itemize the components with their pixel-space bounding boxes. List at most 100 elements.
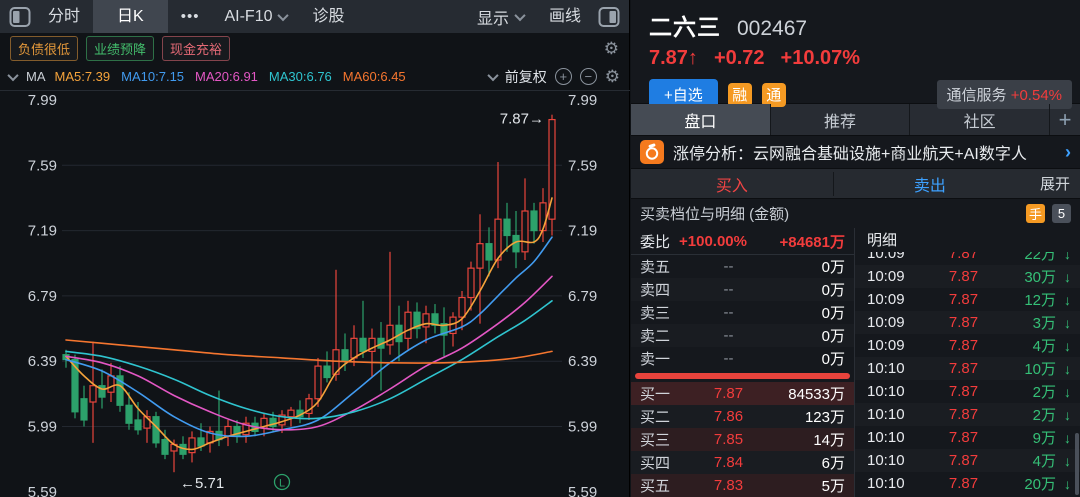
zoom-in-icon[interactable]: + [554, 68, 572, 85]
bid-row[interactable]: 买三 7.85 14万 [631, 428, 854, 451]
y-axis-label-left: 5.99 [28, 419, 57, 436]
draw-line-button[interactable]: 画线 [536, 0, 594, 33]
limit-analysis-text: 云网融合基础设施+商业航天+AI数字人 [753, 146, 1027, 163]
ai-f10-button[interactable]: AI-F10 [212, 0, 299, 33]
tape-time: 10:10 [867, 429, 905, 446]
bid-row[interactable]: 买四 7.84 6万 [631, 451, 854, 474]
limit-up-analysis-icon [640, 140, 664, 164]
ask-row[interactable]: 卖五 -- 0万 [631, 255, 854, 278]
down-arrow-icon: ↓ [1064, 268, 1071, 285]
bid-levels: 买一 7.87 84533万 买二 7.86 123万 买三 7.85 14万 买四 7.84 6万买… [631, 382, 854, 497]
panel-tab-active[interactable]: 盘口 [631, 104, 771, 135]
chart-toolbar: 分时 日K ••• AI-F10 诊股 显示 画线 [0, 0, 629, 33]
ask-row[interactable]: 卖一 -- 0万 [631, 347, 854, 370]
sell-button[interactable]: 卖出 [832, 171, 1026, 196]
diagnose-button[interactable]: 诊股 [299, 0, 357, 33]
stock-tag-chip[interactable]: 业绩预降 [86, 35, 155, 61]
tape-header: 明细 [855, 228, 1080, 252]
limit-up-analysis-row[interactable]: 涨停分析：云网融合基础设施+商业航天+AI数字人 › [631, 136, 1080, 169]
tab-daily-k[interactable]: 日K [93, 0, 168, 33]
tape-time: 10:09 [867, 291, 905, 308]
buy-button[interactable]: 买入 [631, 172, 833, 196]
y-axis-label-left: 7.59 [28, 157, 57, 174]
tape-row: 10:09 7.87 30万 ↓ [855, 265, 1080, 288]
tape-volume: 4万 [1032, 453, 1056, 470]
arrow-right-icon: › [1065, 141, 1071, 162]
tape-time: 10:09 [867, 337, 905, 354]
tape-scrollbar[interactable] [1075, 433, 1079, 495]
level-label: 卖二 [640, 328, 671, 346]
ask-row[interactable]: 卖二 -- 0万 [631, 324, 854, 347]
level-label: 卖四 [640, 282, 671, 300]
zoom-out-icon[interactable]: − [579, 68, 597, 85]
y-axis-label-left: 7.19 [28, 223, 57, 240]
level-label: 买一 [640, 386, 671, 403]
tape-volume: 2万 [1032, 384, 1056, 401]
tape-list: 10:09 7.87 22万 ↓ 10:09 7.87 30万 ↓ 10:09 7.87 12万 ↓ 1… [855, 242, 1080, 495]
down-arrow-icon: ↓ [1064, 360, 1071, 377]
tape-volume: 2万 [1032, 407, 1056, 424]
level-label: 卖一 [640, 351, 671, 369]
gear-icon[interactable]: ⚙ [605, 68, 620, 85]
hand-unit-badge[interactable]: 手 [1026, 204, 1045, 223]
gear-icon[interactable]: ⚙ [604, 40, 619, 57]
level-label: 卖三 [640, 305, 671, 323]
buy-strength-bar [635, 373, 850, 380]
candlestick-chart[interactable]: 7.99 7.99 7.59 7.59 7.19 7.19 6.79 6.79 6.39 6.39… [0, 90, 630, 497]
ma-value-label: MA30:6.76 [268, 69, 332, 84]
ask-levels: 卖五 -- 0万 卖四 -- 0万 卖三 -- 0万 卖二 -- 0万 卖一 -- 0万 [631, 255, 854, 370]
ask-row[interactable]: 卖四 -- 0万 [631, 278, 854, 301]
chevron-down-icon[interactable] [487, 69, 499, 81]
down-arrow-icon: ↓ [1064, 475, 1071, 492]
margin-badge[interactable]: 融 [727, 82, 752, 107]
expand-right-panel-icon[interactable] [594, 6, 624, 28]
tape-time: 10:10 [867, 452, 905, 469]
level-volume: 84533万 [788, 386, 845, 403]
down-arrow-icon: ↓ [1064, 337, 1071, 354]
ma-label: MA [26, 69, 46, 84]
down-arrow-icon: ↓ [1064, 383, 1071, 400]
level-volume: 0万 [821, 351, 845, 369]
tape-price: 7.87 [948, 337, 979, 354]
adjust-mode-label[interactable]: 前复权 [505, 67, 547, 87]
level-volume: 6万 [821, 455, 845, 472]
connect-badge[interactable]: 通 [761, 82, 786, 107]
tape-price: 7.87 [948, 452, 979, 469]
order-book-column: 委比 +100.00% +84681万 卖五 -- 0万 卖四 -- 0万 卖三 -- 0万 卖二… [631, 228, 854, 497]
stock-tag-chip[interactable]: 负债很低 [10, 35, 79, 61]
expand-button[interactable]: 展开 [1026, 173, 1080, 194]
bid-row[interactable]: 买一 7.87 84533万 [631, 382, 854, 405]
level-count-badge[interactable]: 5 [1052, 204, 1071, 223]
tab-minute[interactable]: 分时 [35, 0, 93, 33]
chevron-down-icon[interactable] [7, 69, 19, 81]
collapse-left-panel-icon[interactable] [5, 6, 35, 28]
add-tab-button[interactable]: + [1050, 104, 1080, 135]
y-axis-label-right: 7.19 [568, 223, 597, 240]
ask-row[interactable]: 卖三 -- 0万 [631, 301, 854, 324]
bid-row[interactable]: 买五 7.83 5万 [631, 474, 854, 497]
tape-time: 10:10 [867, 383, 905, 400]
price-change: +0.72 [713, 47, 765, 69]
more-periods-button[interactable]: ••• [168, 0, 213, 33]
y-axis-label-left: 7.99 [28, 92, 57, 109]
down-arrow-icon: ↓ [1064, 452, 1071, 469]
weibi-amount: +84681万 [779, 233, 845, 251]
stock-name: 二六三 [649, 14, 721, 40]
level-price: -- [723, 258, 734, 276]
low-price-annotation: ←5.71 [180, 475, 224, 492]
level-price: -- [723, 281, 734, 299]
panel-tab-bar: 盘口 推荐 社区 + [631, 103, 1080, 136]
trade-action-bar: 买入 卖出 展开 [631, 169, 1080, 199]
bid-row[interactable]: 买二 7.86 123万 [631, 405, 854, 428]
display-button[interactable]: 显示 [465, 0, 536, 33]
orderbook-and-tape: 委比 +100.00% +84681万 卖五 -- 0万 卖四 -- 0万 卖三 -- 0万 卖二… [631, 228, 1080, 497]
tape-time: 10:09 [867, 268, 905, 285]
stock-tag-chip[interactable]: 现金充裕 [162, 35, 231, 61]
panel-tab-item[interactable]: 社区 [910, 104, 1051, 135]
level-label: 买二 [640, 409, 671, 426]
tape-row: 10:09 7.87 4万 ↓ [855, 334, 1080, 357]
panel-tab-item[interactable]: 推荐 [771, 104, 911, 135]
level-price: 7.87 [713, 385, 744, 402]
level-label: 卖五 [640, 259, 671, 277]
y-axis-label-right: 7.59 [568, 157, 597, 174]
